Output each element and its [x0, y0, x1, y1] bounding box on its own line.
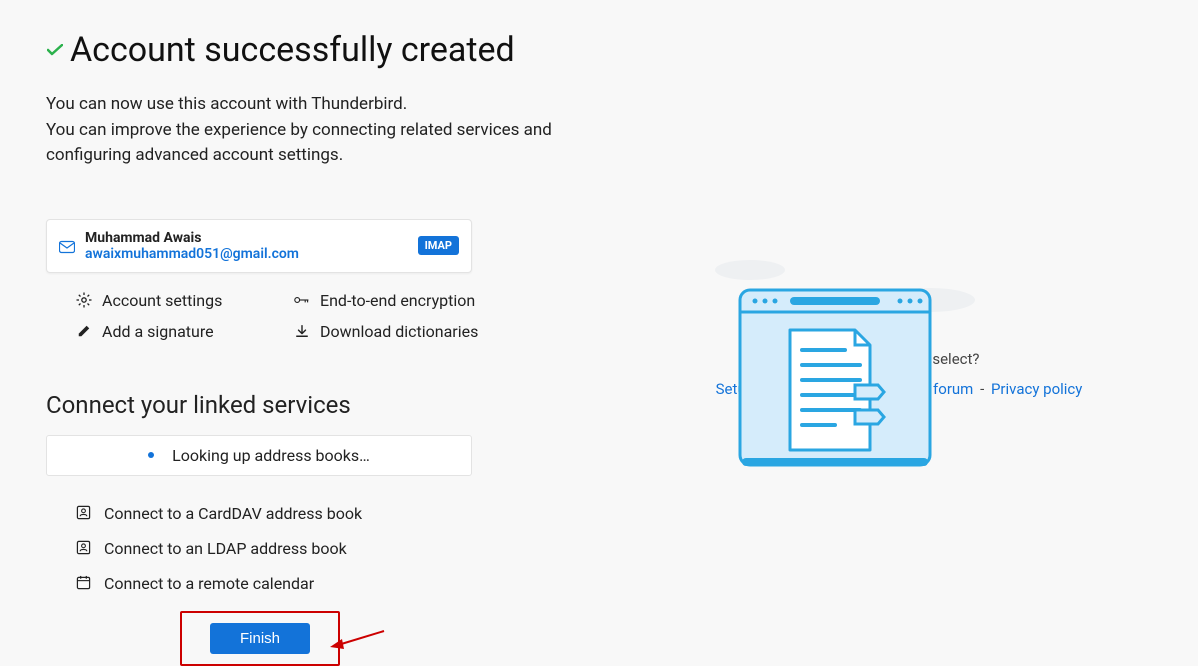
action-label: Download dictionaries [320, 322, 478, 341]
intro-line-1: You can now use this account with Thunde… [46, 92, 606, 118]
spinner-icon [148, 452, 154, 458]
addressbook-icon [76, 540, 92, 556]
action-label: Add a signature [102, 322, 214, 341]
addressbook-icon [76, 505, 92, 521]
account-card: Muhammad Awais awaixmuhammad051@gmail.co… [46, 219, 472, 273]
add-signature-link[interactable]: Add a signature [76, 322, 266, 341]
connect-ldap-link[interactable]: Connect to an LDAP address book [76, 539, 606, 558]
finish-button[interactable]: Finish [210, 623, 310, 654]
title-row: Account successfully created [46, 30, 606, 70]
connect-calendar-link[interactable]: Connect to a remote calendar [76, 574, 606, 593]
check-icon [46, 43, 64, 57]
intro-text: You can now use this account with Thunde… [46, 92, 606, 169]
service-label: Connect to an LDAP address book [104, 539, 347, 558]
mail-icon [59, 239, 75, 253]
service-label: Connect to a remote calendar [104, 574, 314, 593]
setup-illustration [660, 250, 1010, 490]
intro-line-2: You can improve the experience by connec… [46, 118, 606, 169]
lookup-text: Looking up address books… [172, 446, 370, 465]
page-title: Account successfully created [70, 30, 515, 70]
download-icon [294, 323, 310, 339]
connect-carddav-link[interactable]: Connect to a CardDAV address book [76, 504, 606, 523]
account-email: awaixmuhammad051@gmail.com [85, 246, 418, 262]
finish-highlight-annotation: Finish [180, 611, 340, 666]
action-label: Account settings [102, 291, 222, 310]
key-icon [294, 292, 310, 308]
end-to-end-encryption-link[interactable]: End-to-end encryption [294, 291, 484, 310]
pencil-icon [76, 323, 92, 339]
gear-icon [76, 292, 92, 308]
download-dictionaries-link[interactable]: Download dictionaries [294, 322, 484, 341]
linked-services-title: Connect your linked services [46, 391, 606, 419]
service-label: Connect to a CardDAV address book [104, 504, 362, 523]
account-name: Muhammad Awais [85, 230, 418, 246]
lookup-status-box: Looking up address books… [46, 435, 472, 476]
account-settings-link[interactable]: Account settings [76, 291, 266, 310]
protocol-badge: IMAP [418, 236, 459, 255]
action-label: End-to-end encryption [320, 291, 475, 310]
calendar-icon [76, 575, 92, 591]
